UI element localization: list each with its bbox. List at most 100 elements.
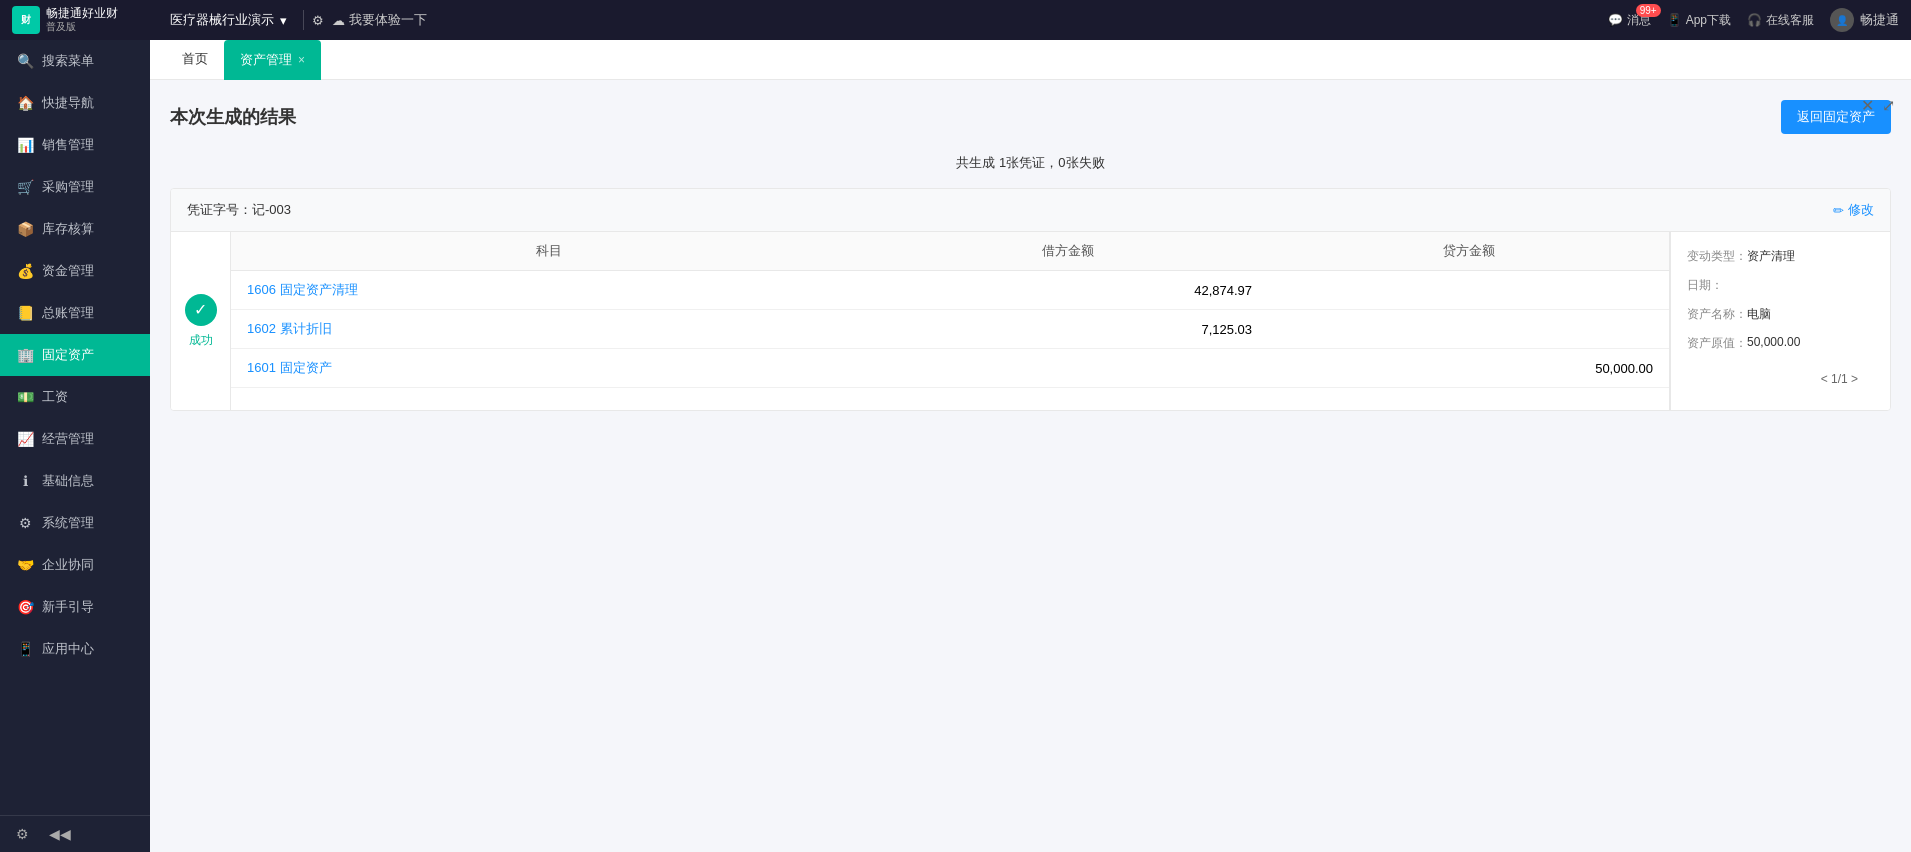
side-info-panel: 变动类型： 资产清理 日期： 资产名称： 电脑 资产原值： <box>1670 232 1890 410</box>
sidebar-item-enterprise[interactable]: 🤝 企业协同 <box>0 544 150 586</box>
building-icon: 🏢 <box>16 346 34 364</box>
tab-close-icon[interactable]: × <box>298 53 305 67</box>
edit-button[interactable]: ✏ 修改 <box>1833 201 1874 219</box>
sidebar-item-inventory[interactable]: 📦 库存核算 <box>0 208 150 250</box>
company-selector[interactable]: 医疗器械行业演示 ▾ <box>162 7 295 33</box>
row3-credit: 50,000.00 <box>1268 349 1669 388</box>
enterprise-icon: 🤝 <box>16 556 34 574</box>
asset-original-value: 50,000.00 <box>1747 335 1800 352</box>
tab-home-label: 首页 <box>182 50 208 68</box>
app-download-label: App下载 <box>1686 12 1731 29</box>
panel-controls: ✕ ⤢ <box>1861 96 1895 115</box>
sidebar-item-search[interactable]: 🔍 搜索菜单 <box>0 40 150 82</box>
cloud-icon: ☁ <box>332 13 345 28</box>
logo-sub: 普及版 <box>46 20 118 34</box>
expand-panel-icon[interactable]: ⤢ <box>1882 96 1895 115</box>
sidebar-item-business[interactable]: 📈 经营管理 <box>0 418 150 460</box>
sidebar-item-fixed-assets[interactable]: 🏢 固定资产 <box>0 334 150 376</box>
row2-credit <box>1268 310 1669 349</box>
row1-subject[interactable]: 1606 固定资产清理 <box>231 271 867 310</box>
sidebar-item-payroll[interactable]: 💵 工资 <box>0 376 150 418</box>
logo-area: 财 畅捷通好业财 普及版 <box>12 6 162 34</box>
voucher-header: 凭证字号：记-003 ✏ 修改 <box>171 189 1890 232</box>
sidebar-item-label: 总账管理 <box>42 304 94 322</box>
edit-icon: ✏ <box>1833 203 1844 218</box>
change-type-label: 变动类型： <box>1687 248 1747 265</box>
date-label: 日期： <box>1687 277 1747 294</box>
sidebar-item-label: 基础信息 <box>42 472 94 490</box>
col-subject: 科目 <box>231 232 867 271</box>
tab-assets[interactable]: 资产管理 × <box>224 40 321 80</box>
app-download-btn[interactable]: 📱 App下载 <box>1667 12 1731 29</box>
row2-subject[interactable]: 1602 累计折旧 <box>231 310 867 349</box>
sidebar-item-label: 工资 <box>42 388 68 406</box>
experience-label: 我要体验一下 <box>349 11 427 29</box>
phone-icon: 📱 <box>1667 13 1682 27</box>
sidebar-item-sales[interactable]: 📊 销售管理 <box>0 124 150 166</box>
success-badge-area: ✓ 成功 <box>171 232 231 410</box>
experience-button[interactable]: ☁ 我要体验一下 <box>332 11 427 29</box>
search-icon: 🔍 <box>16 52 34 70</box>
guide-icon: 🎯 <box>16 598 34 616</box>
sidebar-item-apps[interactable]: 📱 应用中心 <box>0 628 150 670</box>
sales-icon: 📊 <box>16 136 34 154</box>
system-icon: ⚙ <box>16 514 34 532</box>
apps-icon: 📱 <box>16 640 34 658</box>
sidebar-item-finance[interactable]: 💰 资金管理 <box>0 250 150 292</box>
edit-label: 修改 <box>1848 201 1874 219</box>
col-credit: 贷方金额 <box>1268 232 1669 271</box>
voucher-number: 凭证字号：记-003 <box>187 201 291 219</box>
sidebar-item-label: 库存核算 <box>42 220 94 238</box>
sidebar-item-guide[interactable]: 🎯 新手引导 <box>0 586 150 628</box>
sidebar-item-quick-nav[interactable]: 🏠 快捷导航 <box>0 82 150 124</box>
table-area: ✓ 成功 科目 借方金额 贷方金额 <box>171 232 1670 410</box>
sidebar-item-purchase[interactable]: 🛒 采购管理 <box>0 166 150 208</box>
sidebar-collapse-icon[interactable]: ◀◀ <box>49 826 71 842</box>
message-badge: 99+ <box>1636 4 1661 17</box>
col-debit: 借方金额 <box>867 232 1268 271</box>
tab-assets-label: 资产管理 <box>240 51 292 69</box>
content-area: 首页 资产管理 × ✕ ⤢ 本次生成的结果 返回固定资产 共生成 1张凭证，0张… <box>150 40 1911 852</box>
sidebar-item-label: 新手引导 <box>42 598 94 616</box>
sidebar: 🔍 搜索菜单 🏠 快捷导航 📊 销售管理 🛒 采购管理 📦 库存核算 💰 资金管… <box>0 40 150 852</box>
summary-text: 共生成 1张凭证，0张失败 <box>956 155 1104 170</box>
row3-debit <box>867 349 1268 388</box>
success-circle: ✓ <box>185 294 217 326</box>
sidebar-item-label: 企业协同 <box>42 556 94 574</box>
sidebar-item-label: 经营管理 <box>42 430 94 448</box>
page-title-row: 本次生成的结果 返回固定资产 <box>170 100 1891 134</box>
page-content: ✕ ⤢ 本次生成的结果 返回固定资产 共生成 1张凭证，0张失败 凭证字号：记-… <box>150 80 1911 852</box>
online-service-btn[interactable]: 🎧 在线客服 <box>1747 12 1814 29</box>
user-area[interactable]: 👤 畅捷通 <box>1830 8 1899 32</box>
finance-icon: 💰 <box>16 262 34 280</box>
sidebar-item-label: 快捷导航 <box>42 94 94 112</box>
main-layout: 🔍 搜索菜单 🏠 快捷导航 📊 销售管理 🛒 采购管理 📦 库存核算 💰 资金管… <box>0 40 1911 852</box>
sidebar-item-general-ledger[interactable]: 📒 总账管理 <box>0 292 150 334</box>
message-icon: 💬 <box>1608 13 1623 27</box>
row3-subject[interactable]: 1601 固定资产 <box>231 349 867 388</box>
sidebar-bottom: ⚙ ◀◀ <box>0 815 150 852</box>
close-panel-icon[interactable]: ✕ <box>1861 96 1874 115</box>
divider <box>303 10 304 30</box>
username: 畅捷通 <box>1860 11 1899 29</box>
inventory-icon: 📦 <box>16 220 34 238</box>
sidebar-item-system[interactable]: ⚙ 系统管理 <box>0 502 150 544</box>
voucher-section: 凭证字号：记-003 ✏ 修改 ✓ 成功 <box>170 188 1891 411</box>
sidebar-item-label: 系统管理 <box>42 514 94 532</box>
sidebar-settings-icon[interactable]: ⚙ <box>16 826 29 842</box>
settings-icon-btn[interactable]: ⚙ <box>312 13 324 28</box>
table-row: 1601 固定资产 50,000.00 <box>231 349 1669 388</box>
message-btn[interactable]: 💬 消息 99+ <box>1608 12 1651 29</box>
dropdown-icon: ▾ <box>280 13 287 28</box>
info-asset-original: 资产原值： 50,000.00 <box>1687 335 1874 352</box>
tab-home[interactable]: 首页 <box>166 40 224 80</box>
sidebar-item-label: 资金管理 <box>42 262 94 280</box>
business-icon: 📈 <box>16 430 34 448</box>
pagination[interactable]: < 1/1 > <box>1687 364 1874 394</box>
online-service-label: 在线客服 <box>1766 12 1814 29</box>
sidebar-item-basic-info[interactable]: ℹ 基础信息 <box>0 460 150 502</box>
gear-icon: ⚙ <box>312 13 324 28</box>
asset-name-value: 电脑 <box>1747 306 1771 323</box>
change-type-value: 资产清理 <box>1747 248 1795 265</box>
row2-debit: 7,125.03 <box>867 310 1268 349</box>
